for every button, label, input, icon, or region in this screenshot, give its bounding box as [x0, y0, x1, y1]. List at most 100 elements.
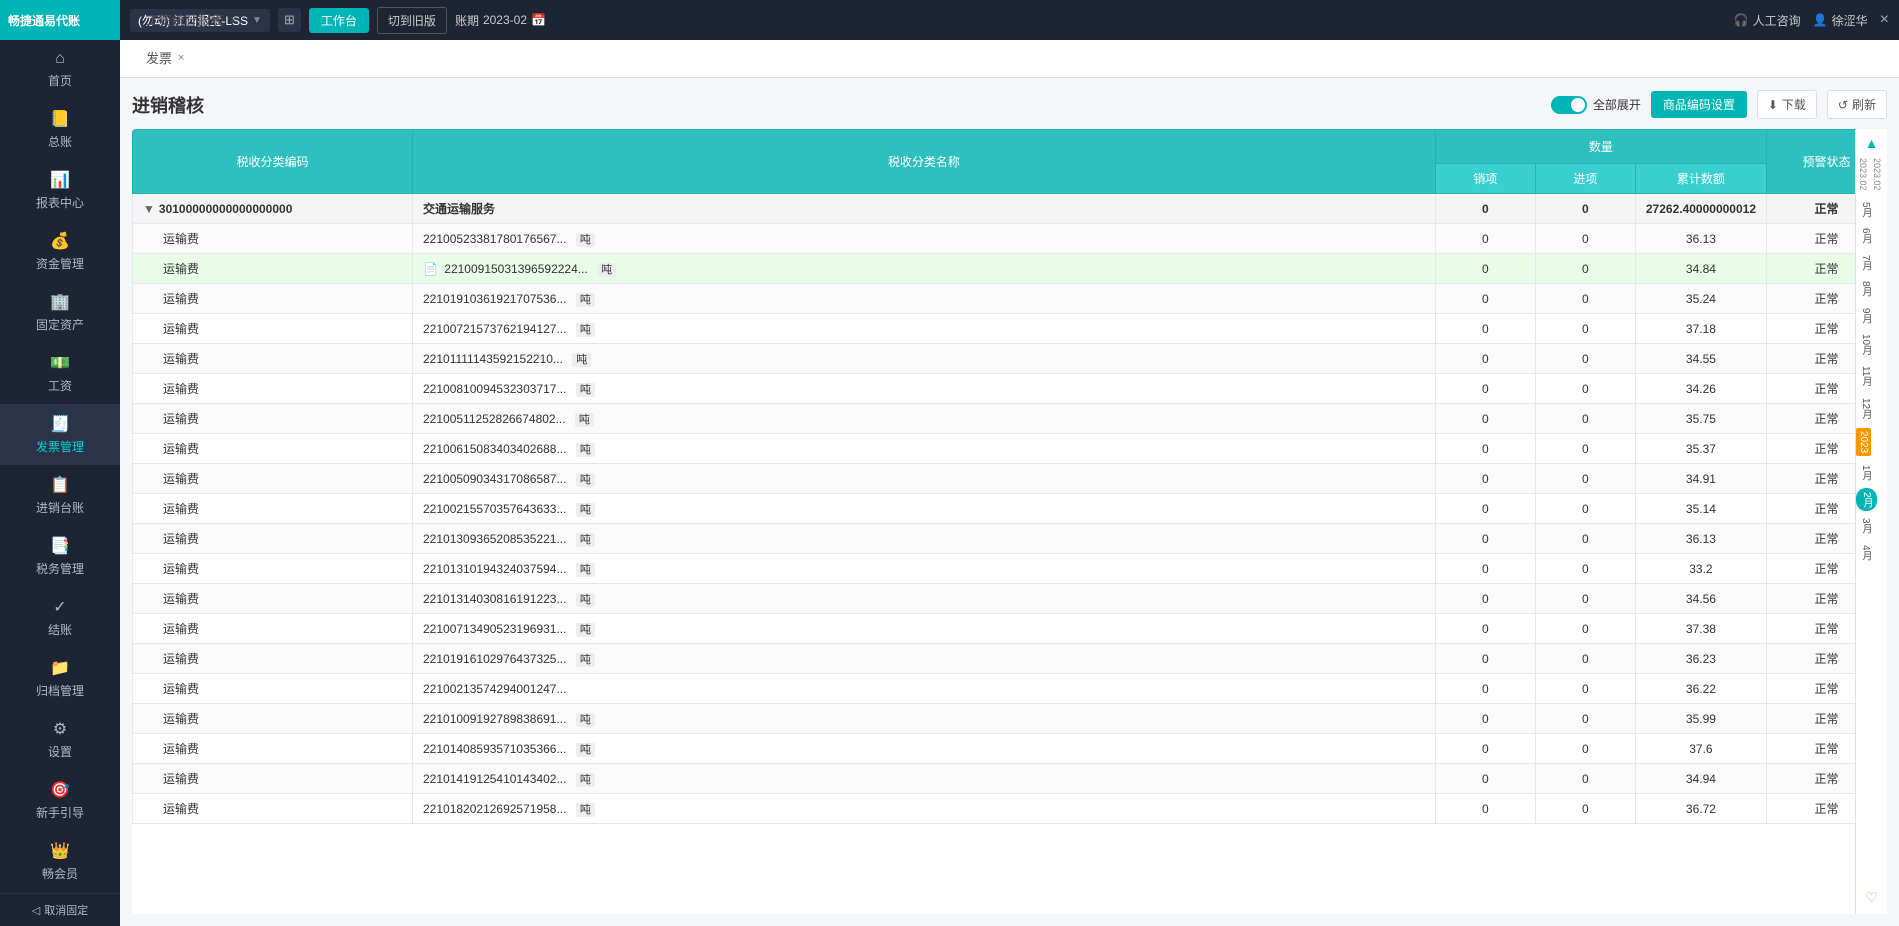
cell-purchase: 0 [1535, 464, 1635, 494]
calendar-item-7[interactable]: 10月 [1856, 330, 1875, 359]
sidebar-item-畅会员[interactable]: 👑畅会员 [0, 831, 120, 892]
cell-sales: 0 [1435, 224, 1535, 254]
table-row: 运输费 22100215570357643633... 吨 0 0 35.14 … [133, 494, 1887, 524]
cell-cumulative: 36.23 [1635, 644, 1766, 674]
sidebar-item-设置[interactable]: ⚙设置 [0, 709, 120, 770]
refresh-button[interactable]: ↺ 刷新 [1827, 90, 1887, 119]
unpin-button[interactable]: ◁ 取消固定 [0, 893, 120, 926]
calendar-item-10[interactable]: 2023 [1856, 428, 1871, 456]
cell-purchase: 0 [1535, 704, 1635, 734]
header-cumulative: 累计数额 [1635, 164, 1766, 194]
sidebar-item-总账[interactable]: 📒总账 [0, 99, 120, 160]
cell-sales: 0 [1435, 464, 1535, 494]
cell-invoice-code: 22100509034317086587... 吨 [413, 464, 1436, 494]
cell-invoice-code: 22101419125410143402... 吨 [413, 764, 1436, 794]
download-button[interactable]: ⬇ 下载 [1757, 90, 1817, 119]
expand-all-label: 全部展开 [1593, 96, 1641, 113]
cell-purchase: 0 [1535, 524, 1635, 554]
cell-cumulative: 36.72 [1635, 794, 1766, 824]
tab-工资统计报表[interactable]: 工资统计报表× [132, 2, 250, 40]
calendar-item-4[interactable]: 7月 [1856, 251, 1875, 275]
cell-purchase: 0 [1535, 224, 1635, 254]
support-button[interactable]: 🎧 人工咨询 [1734, 12, 1801, 29]
sidebar-item-固定资产[interactable]: 🏢固定资产 [0, 282, 120, 343]
sidebar-icon-首页: ⌂ [55, 50, 65, 68]
sidebar-item-发票管理[interactable]: 🧾发票管理 [0, 404, 120, 465]
calendar-item-9[interactable]: 12月 [1856, 394, 1875, 423]
sidebar-item-进销台账[interactable]: 📋 进销台账 [0, 465, 120, 526]
cell-code: 运输费 [133, 344, 413, 374]
calendar-up-nav[interactable]: ▲ [1863, 133, 1881, 153]
sidebar-icon-进销台账: 📋 [50, 475, 70, 495]
product-code-setting-button[interactable]: 商品编码设置 [1651, 91, 1747, 118]
sidebar-item-税务管理[interactable]: 📑税务管理 [0, 526, 120, 587]
page-title: 进销稽核 [132, 92, 1551, 118]
close-window-button[interactable]: × [1880, 11, 1889, 29]
download-icon: ⬇ [1768, 98, 1778, 112]
calendar-item-14[interactable]: 4月 [1856, 541, 1875, 565]
header-quantity: 数量 [1435, 130, 1766, 164]
cell-cumulative: 35.99 [1635, 704, 1766, 734]
cell-sales: 0 [1435, 644, 1535, 674]
cell-cumulative: 34.94 [1635, 764, 1766, 794]
cell-purchase: 0 [1535, 344, 1635, 374]
table-row: 运输费 22100509034317086587... 吨 0 0 34.91 … [133, 464, 1887, 494]
calendar-item-6[interactable]: 9月 [1856, 304, 1875, 328]
calendar-icon[interactable]: 📅 [531, 13, 546, 27]
calendar-item-13[interactable]: 3月 [1856, 514, 1875, 538]
cell-invoice-code: 22101910361921707536... 吨 [413, 284, 1436, 314]
app-logo: 畅捷通易代账 [0, 0, 120, 40]
sidebar-item-资金管理[interactable]: 💰资金管理 [0, 221, 120, 282]
sidebar-icon-报表中心: 📊 [50, 170, 70, 190]
switch-old-button[interactable]: 切到旧版 [377, 7, 447, 34]
calendar-item-5[interactable]: 8月 [1856, 277, 1875, 301]
table-row: 运输费 22100713490523196931... 吨 0 0 37.38 … [133, 614, 1887, 644]
calendar-item-2[interactable]: 5月 [1856, 198, 1875, 222]
cell-invoice-code: 22101820212692571958... 吨 [413, 794, 1436, 824]
workbench-button[interactable]: 工作台 [309, 8, 369, 33]
user-menu[interactable]: 👤 徐涩华 [1813, 12, 1868, 29]
sidebar-item-归档管理[interactable]: 📁归档管理 [0, 648, 120, 709]
cell-code: 运输费 [133, 494, 413, 524]
cell-invoice-code: 22101916102976437325... 吨 [413, 644, 1436, 674]
table-row: 运输费 22100523381780176567... 吨 0 0 36.13 … [133, 224, 1887, 254]
tab-发票[interactable]: 发票× [132, 40, 250, 78]
cell-invoice-code: 22101111143592152210... 吨 [413, 344, 1436, 374]
cell-invoice-code: 22100511252826674802... 吨 [413, 404, 1436, 434]
table-row: 运输费 22101910361921707536... 吨 0 0 35.24 … [133, 284, 1887, 314]
calendar-panel: ▲ 2023.022023.02 5月6月 7月8月 9月 10月 11月 12月 2023 1… [1855, 129, 1887, 914]
refresh-icon: ↺ [1838, 98, 1848, 112]
sidebar-icon-结账: ✓ [53, 597, 66, 617]
sidebar-item-结账[interactable]: ✓结账 [0, 587, 120, 648]
data-table-wrapper: 税收分类编码 税收分类名称 数量 预警状态 销项 进项 累计数额 ▼301000 [132, 129, 1887, 914]
table-row: 运输费 22101916102976437325... 吨 0 0 36.23 … [133, 644, 1887, 674]
calendar-item-3[interactable]: 6月 [1856, 224, 1875, 248]
page-header: 进销稽核 全部展开 商品编码设置 ⬇ 下载 ↺ 刷新 [132, 90, 1887, 119]
cell-sales: 0 [1435, 404, 1535, 434]
sidebar-item-新手引导[interactable]: 🎯新手引导 [0, 770, 120, 831]
expand-all-toggle[interactable] [1551, 96, 1587, 114]
tab-close-3[interactable]: × [178, 52, 184, 64]
table-row: 运输费 22101310194324037594... 吨 0 0 33.2 正… [133, 554, 1887, 584]
calendar-item-1[interactable]: 2023.02 [1870, 154, 1884, 195]
calendar-item-11[interactable]: 1月 [1856, 461, 1875, 485]
cell-cumulative: 36.13 [1635, 224, 1766, 254]
sidebar-label-畅会员: 畅会员 [42, 865, 78, 882]
cell-code: 运输费 [133, 254, 413, 284]
sidebar-item-工资[interactable]: 💵工资 [0, 343, 120, 404]
sidebar-item-首页[interactable]: ⌂首页 [0, 40, 120, 99]
tab-close-2[interactable]: × [230, 14, 236, 26]
copy-button[interactable]: ⊞ [278, 8, 301, 32]
calendar-item-12[interactable]: 2月 [1856, 488, 1877, 512]
calendar-item-0[interactable]: 2023.02 [1856, 154, 1870, 195]
cell-purchase: 0 [1535, 434, 1635, 464]
sidebar-item-报表中心[interactable]: 📊报表中心 [0, 160, 120, 221]
cell-sales: 0 [1435, 374, 1535, 404]
cell-purchase: 0 [1535, 254, 1635, 284]
sidebar-label-进销台账: 进销台账 [36, 499, 84, 516]
cell-sales: 0 [1435, 584, 1535, 614]
table-row: 运输费 22101408593571035366... 吨 0 0 37.6 正… [133, 734, 1887, 764]
cell-sales: 0 [1435, 554, 1535, 584]
cell-purchase: 0 [1535, 734, 1635, 764]
calendar-item-8[interactable]: 11月 [1856, 362, 1875, 390]
